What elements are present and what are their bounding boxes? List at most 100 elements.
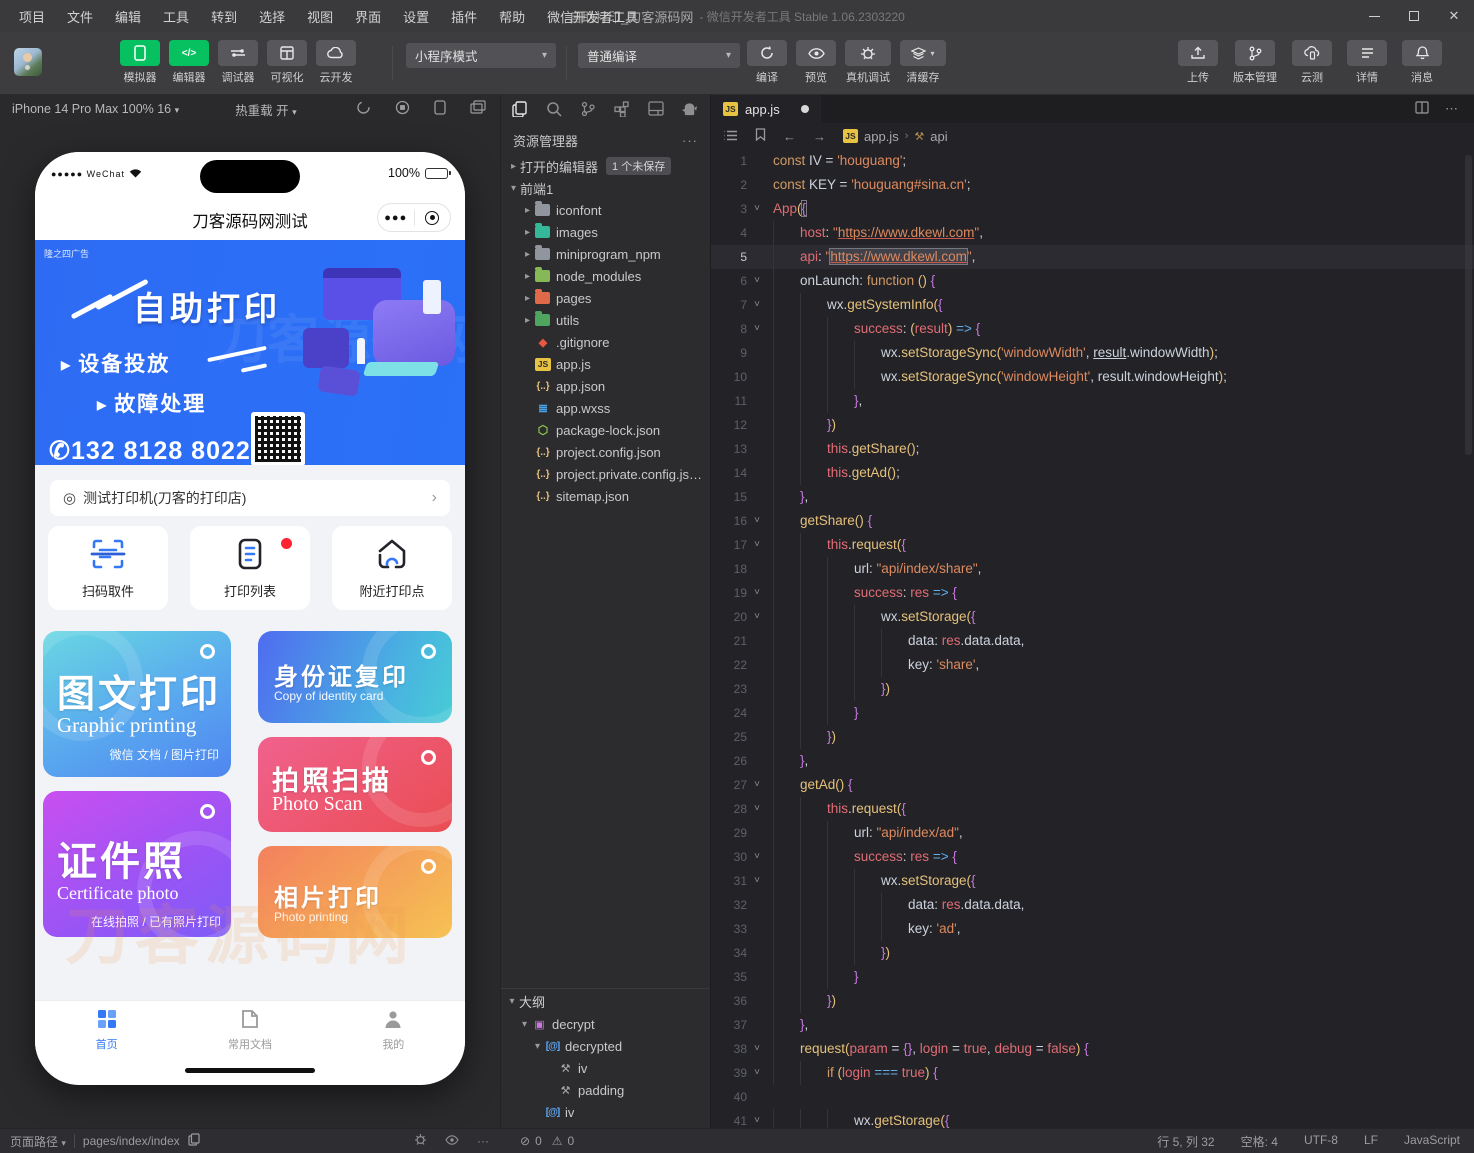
compile-mode-select[interactable]: 普通编译 ▾ (578, 43, 740, 68)
more-button[interactable]: ●●● (378, 212, 414, 224)
fold-icon[interactable]: ˅ (747, 269, 767, 293)
extensions-icon[interactable] (613, 100, 630, 117)
tree-item-.gitignore[interactable]: ◆.gitignore (501, 331, 710, 353)
code-line-18[interactable]: 18 url: "api/index/share", (711, 557, 1474, 581)
code-line-41[interactable]: 41˅ wx.getStorage({ (711, 1109, 1474, 1128)
user-avatar[interactable] (14, 48, 42, 76)
eye-icon[interactable] (445, 1134, 459, 1148)
code-line-20[interactable]: 20˅ wx.setStorage({ (711, 605, 1474, 629)
tree-item-package-lock.json[interactable]: ⬡package-lock.json (501, 419, 710, 441)
tab-appjs[interactable]: JS app.js (711, 95, 821, 123)
simulator-toggle[interactable]: 模拟器 (120, 40, 160, 85)
outline-list-icon[interactable] (723, 129, 738, 144)
nearby-points-button[interactable]: 附近打印点 (332, 526, 452, 610)
ad-banner[interactable]: 隆之四广告 刀客源码网 自助打印 设备投放 故障处理 ✆132 81 (35, 240, 465, 465)
code-line-26[interactable]: 26 }, (711, 749, 1474, 773)
code-line-27[interactable]: 27˅ getAd() { (711, 773, 1474, 797)
printer-location-row[interactable]: ◎ 测试打印机(刀客的打印店) › (50, 480, 450, 516)
tree-item-node_modules[interactable]: ▸node_modules (501, 265, 710, 287)
more-actions-icon[interactable]: ⋯ (1445, 101, 1458, 117)
outline-item-decrypted[interactable]: ▾[@]decrypted (501, 1035, 710, 1057)
code-line-35[interactable]: 35 } (711, 965, 1474, 989)
remote-debug-button[interactable]: 真机调试 (845, 40, 891, 85)
code-line-31[interactable]: 31˅ wx.setStorage({ (711, 869, 1474, 893)
outline-item-iv[interactable]: ⚒iv (501, 1057, 710, 1079)
fold-icon[interactable]: ˅ (747, 773, 767, 797)
close-button[interactable]: ✕ (1434, 0, 1474, 32)
back-icon[interactable]: ← (783, 129, 796, 144)
menu-item-视图[interactable]: 视图 (298, 4, 342, 29)
maximize-button[interactable] (1394, 0, 1434, 32)
code-line-12[interactable]: 12 }) (711, 413, 1474, 437)
code-line-29[interactable]: 29 url: "api/index/ad", (711, 821, 1474, 845)
debug-icon[interactable] (414, 1133, 427, 1149)
fold-icon[interactable]: ˅ (747, 797, 767, 821)
code-line-1[interactable]: 1const IV = 'houguang'; (711, 149, 1474, 173)
code-line-8[interactable]: 8˅ success: (result) => { (711, 317, 1474, 341)
code-line-22[interactable]: 22 key: 'share', (711, 653, 1474, 677)
code-line-36[interactable]: 36 }) (711, 989, 1474, 1013)
card-photo-scan[interactable]: 拍照扫描 Photo Scan (258, 737, 452, 832)
source-control-icon[interactable] (579, 100, 596, 117)
code-line-23[interactable]: 23 }) (711, 677, 1474, 701)
fold-icon[interactable]: ˅ (747, 293, 767, 317)
fold-icon[interactable]: ˅ (747, 509, 767, 533)
fold-icon[interactable]: ˅ (747, 1061, 767, 1085)
tab-profile[interactable]: 我的 (322, 1001, 465, 1060)
code-line-34[interactable]: 34 }) (711, 941, 1474, 965)
code-line-4[interactable]: 4 host: "https://www.dkewl.com", (711, 221, 1474, 245)
card-id-copy[interactable]: 身份证复印 Copy of identity card (258, 631, 452, 723)
scan-pickup-button[interactable]: 扫码取件 (48, 526, 168, 610)
tree-item-project.config.json[interactable]: {..}project.config.json (501, 441, 710, 463)
indentation-setting[interactable]: 空格: 4 (1241, 1133, 1278, 1150)
code-line-39[interactable]: 39˅ if (login === true) { (711, 1061, 1474, 1085)
tree-item-miniprogram_npm[interactable]: ▸miniprogram_npm (501, 243, 710, 265)
tree-item-utils[interactable]: ▸utils (501, 309, 710, 331)
device-select[interactable]: iPhone 14 Pro Max 100% 16 ▾ (12, 102, 179, 116)
cloud-dev-toggle[interactable]: 云开发 (316, 40, 356, 85)
code-line-10[interactable]: 10 wx.setStorageSync('windowHeight', res… (711, 365, 1474, 389)
menu-item-工具[interactable]: 工具 (154, 4, 198, 29)
tree-item-project.private.config.js…[interactable]: {..}project.private.config.js… (501, 463, 710, 485)
fold-icon[interactable]: ˅ (747, 845, 767, 869)
bookmark-icon[interactable] (755, 128, 766, 144)
visualize-toggle[interactable]: 可视化 (267, 40, 307, 85)
menu-item-界面[interactable]: 界面 (346, 4, 390, 29)
editor-toggle[interactable]: </> 编辑器 (169, 40, 209, 85)
page-path-value[interactable]: pages/index/index (83, 1134, 180, 1148)
fold-icon[interactable]: ˅ (747, 317, 767, 341)
cursor-position[interactable]: 行 5, 列 32 (1157, 1133, 1214, 1150)
preview-button[interactable]: 预览 (796, 40, 836, 85)
fold-icon[interactable]: ˅ (747, 605, 767, 629)
tree-item-app.wxss[interactable]: ≣app.wxss (501, 397, 710, 419)
hot-reload-toggle[interactable]: 热重载 开 ▾ (235, 100, 297, 119)
tree-item-sitemap.json[interactable]: {..}sitemap.json (501, 485, 710, 507)
editor-scrollbar[interactable] (1465, 155, 1472, 455)
code-line-33[interactable]: 33 key: 'ad', (711, 917, 1474, 941)
card-graphic-printing[interactable]: 图文打印 Graphic printing 微信 文档 / 图片打印 (43, 631, 231, 777)
menu-item-转到[interactable]: 转到 (202, 4, 246, 29)
debugger-toggle[interactable]: 调试器 (218, 40, 258, 85)
code-line-38[interactable]: 38˅ request(param = {}, login = true, de… (711, 1037, 1474, 1061)
breadcrumb-path[interactable]: JS app.js › ⚒ api (843, 129, 948, 144)
record-icon[interactable] (395, 100, 410, 118)
menu-item-文件[interactable]: 文件 (58, 4, 102, 29)
files-icon[interactable] (511, 100, 528, 117)
fold-icon[interactable]: ˅ (747, 197, 767, 221)
tree-open-editors[interactable]: ▸打开的编辑器1 个未保存 (501, 155, 710, 177)
code-line-15[interactable]: 15 }, (711, 485, 1474, 509)
print-list-button[interactable]: 打印列表 (190, 526, 310, 610)
code-line-13[interactable]: 13 this.getShare(); (711, 437, 1474, 461)
eol-setting[interactable]: LF (1364, 1133, 1378, 1150)
search-icon[interactable] (545, 100, 562, 117)
menu-item-设置[interactable]: 设置 (394, 4, 438, 29)
rotate-icon[interactable] (356, 100, 371, 118)
fold-icon[interactable]: ˅ (747, 869, 767, 893)
minimize-button[interactable] (1354, 0, 1394, 32)
code-line-3[interactable]: 3˅App({ (711, 197, 1474, 221)
device-frame-icon[interactable] (434, 100, 446, 118)
menu-item-插件[interactable]: 插件 (442, 4, 486, 29)
code-line-9[interactable]: 9 wx.setStorageSync('windowWidth', resul… (711, 341, 1474, 365)
menu-item-微信开发者工具[interactable]: 微信开发者工具 (538, 4, 647, 29)
tree-root[interactable]: ▾前端1 (501, 177, 710, 199)
